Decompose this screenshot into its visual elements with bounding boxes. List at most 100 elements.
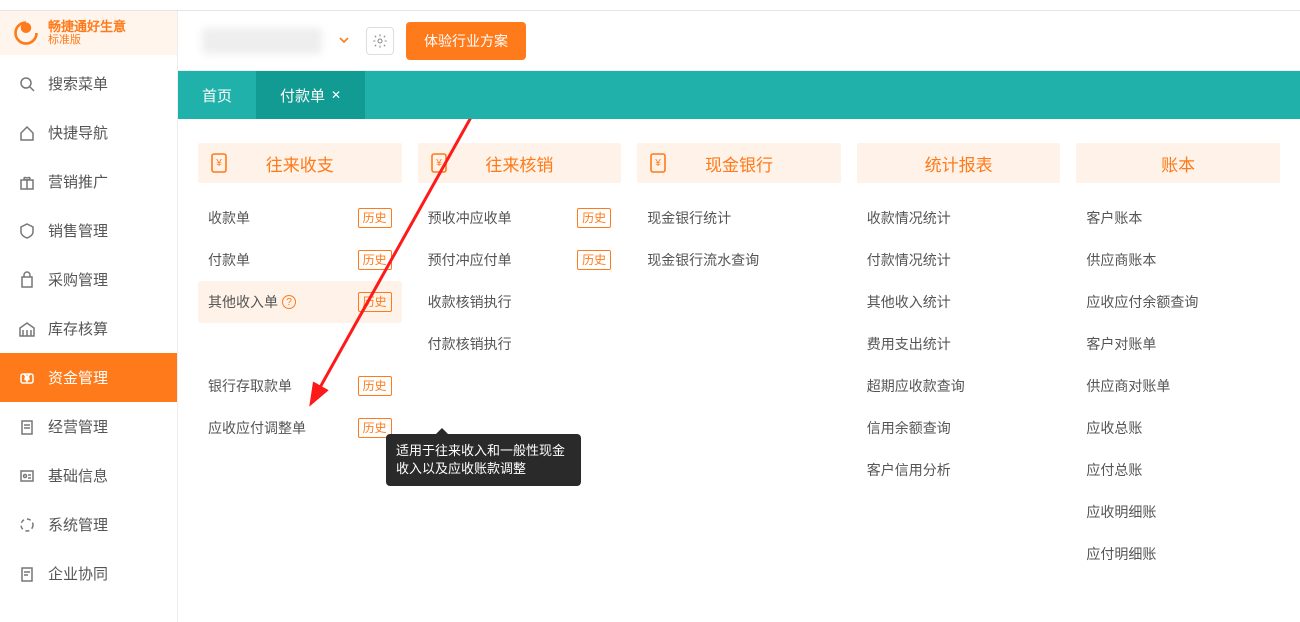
column-title: 统计报表 xyxy=(925,151,993,176)
tab-label: 首页 xyxy=(202,85,232,106)
menu-link-label: 客户账本 xyxy=(1086,208,1142,228)
menu-link[interactable]: 收款核销执行 xyxy=(418,281,622,323)
sidebar-item-3[interactable]: 销售管理 xyxy=(0,206,177,255)
menu-link-label: 客户信用分析 xyxy=(867,460,951,480)
menu-link-label: 应付总账 xyxy=(1086,460,1142,480)
help-icon[interactable]: ? xyxy=(282,295,296,309)
sidebar-item-0[interactable]: 搜索菜单 xyxy=(0,59,177,108)
menu-link[interactable]: 客户信用分析 xyxy=(857,449,1061,491)
menu-link[interactable]: 其他收入统计 xyxy=(857,281,1061,323)
tab-label: 付款单 xyxy=(280,85,325,106)
right-panel: 体验行业方案 首页付款单✕ ¥往来收支收款单历史付款单历史其他收入单?历史费用单… xyxy=(178,11,1300,622)
history-badge[interactable]: 历史 xyxy=(358,208,392,228)
sidebar-item-1[interactable]: 快捷导航 xyxy=(0,108,177,157)
menu-link[interactable]: 应收明细账 xyxy=(1076,491,1280,533)
menu-link[interactable]: 预付冲应付单 历史 xyxy=(418,239,622,281)
money-icon: ¥ xyxy=(18,369,36,387)
menu-link[interactable]: 供应商账本 xyxy=(1076,239,1280,281)
menu-link[interactable]: 其他收入单?历史 xyxy=(198,281,402,323)
settings-gear-icon[interactable] xyxy=(366,27,394,55)
menu-link[interactable]: 费用支出统计 xyxy=(857,323,1061,365)
history-badge[interactable]: 历史 xyxy=(577,208,611,228)
history-badge[interactable]: 历史 xyxy=(577,250,611,270)
clipboard2-icon xyxy=(18,565,36,583)
menu-link[interactable]: 收款单历史 xyxy=(198,197,402,239)
main-layout: 畅捷通好生意 标准版 搜索菜单快捷导航营销推广销售管理采购管理库存核算¥资金管理… xyxy=(0,10,1300,622)
sidebar-item-label: 营销推广 xyxy=(48,171,108,192)
history-badge[interactable]: 历史 xyxy=(358,292,392,312)
column-list: 收款情况统计付款情况统计其他收入统计费用支出统计超期应收款查询信用余额查询客户信… xyxy=(857,197,1061,491)
tooltip-text: 适用于往来收入和一般性现金收入以及应收账款调整 xyxy=(396,443,565,476)
menu-link[interactable]: 客户账本 xyxy=(1076,197,1280,239)
menu-link-label: 客户对账单 xyxy=(1086,334,1156,354)
column-header: 统计报表 xyxy=(857,143,1061,183)
menu-link-label: 应付明细账 xyxy=(1086,544,1156,564)
menu-link[interactable]: 付款单历史 xyxy=(198,239,402,281)
svg-text:¥: ¥ xyxy=(215,158,222,169)
sidebar-list: 搜索菜单快捷导航营销推广销售管理采购管理库存核算 ¥ 资金管理经营管理基础信息系统管… xyxy=(0,55,177,622)
sidebar-item-7[interactable]: 经营管理 xyxy=(0,402,177,451)
sidebar-item-6[interactable]: ¥ 资金管理 xyxy=(0,353,177,402)
menu-link-label: 其他收入统计 xyxy=(867,292,951,312)
clipboard-icon xyxy=(18,418,36,436)
column-header-icon: ¥ xyxy=(647,151,671,175)
sidebar-item-8[interactable]: 基础信息 xyxy=(0,451,177,500)
menu-link-label: 信用余额查询 xyxy=(867,418,951,438)
tab-0[interactable]: 首页 xyxy=(178,71,256,119)
history-badge[interactable]: 历史 xyxy=(358,376,392,396)
home-icon xyxy=(18,124,36,142)
menu-link-label: 现金银行统计 xyxy=(647,208,731,228)
header-org-area xyxy=(194,28,322,54)
menu-link[interactable]: 超期应收款查询 xyxy=(857,365,1061,407)
search-icon xyxy=(18,75,36,93)
menu-link[interactable]: 预收冲应收单历史 xyxy=(418,197,622,239)
gift-icon xyxy=(18,173,36,191)
sidebar-item-label: 销售管理 xyxy=(48,220,108,241)
menu-link[interactable]: 收款情况统计 xyxy=(857,197,1061,239)
org-switch-caret-icon[interactable] xyxy=(334,29,354,53)
sidebar-item-label: 采购管理 xyxy=(48,269,108,290)
menu-link-label: 收款情况统计 xyxy=(867,208,951,228)
column-title: 账本 xyxy=(1161,151,1195,176)
tab-1[interactable]: 付款单 ✕ xyxy=(256,71,365,119)
menu-link-label: 供应商对账单 xyxy=(1086,376,1170,396)
svg-text:¥: ¥ xyxy=(654,158,661,169)
sidebar-item-4[interactable]: 采购管理 xyxy=(0,255,177,304)
menu-link[interactable]: 客户对账单 xyxy=(1076,323,1280,365)
column-title: 往来核销 xyxy=(485,151,553,176)
card-icon xyxy=(18,467,36,485)
menu-link[interactable]: 现金银行统计 xyxy=(637,197,841,239)
spinner-icon xyxy=(18,516,36,534)
menu-link-label: 预付冲应付单 xyxy=(428,250,512,270)
menu-link-label: 收款核销执行 xyxy=(428,292,512,312)
column-1: ¥ 往来核销预收冲应收单历史预付冲应付单 历史收款核销执行付款核销执行 xyxy=(418,143,622,598)
industry-template-button[interactable]: 体验行业方案 xyxy=(406,22,526,60)
history-badge[interactable]: 历史 xyxy=(358,250,392,270)
sidebar-item-10[interactable]: 企业协同 xyxy=(0,549,177,598)
menu-link[interactable]: 信用余额查询 xyxy=(857,407,1061,449)
column-list: 现金银行统计现金银行流水查询 xyxy=(637,197,841,281)
menu-link[interactable]: 付款核销执行 xyxy=(418,323,622,365)
menu-link[interactable]: 现金银行流水查询 xyxy=(637,239,841,281)
menu-link[interactable]: 应收应付调整单历史 xyxy=(198,407,402,449)
menu-link[interactable]: 供应商对账单 xyxy=(1076,365,1280,407)
menu-link[interactable]: 付款情况统计 xyxy=(857,239,1061,281)
menu-link-label: 超期应收款查询 xyxy=(867,376,965,396)
svg-text:¥: ¥ xyxy=(435,158,442,169)
column-2: ¥现金银行现金银行统计现金银行流水查询 xyxy=(637,143,841,598)
menu-link[interactable]: 银行存取款单历史 xyxy=(198,365,402,407)
sidebar-item-9[interactable]: 系统管理 xyxy=(0,500,177,549)
menu-link[interactable]: 应收总账 xyxy=(1076,407,1280,449)
menu-link[interactable]: 应收应付余额查询 xyxy=(1076,281,1280,323)
column-title: 往来收支 xyxy=(266,151,334,176)
tab-close-icon[interactable]: ✕ xyxy=(331,88,341,102)
sidebar-item-label: 资金管理 xyxy=(48,367,108,388)
badge-icon xyxy=(18,222,36,240)
header-bar: 体验行业方案 xyxy=(178,11,1300,71)
menu-link[interactable]: 应付明细账 xyxy=(1076,533,1280,575)
column-header: ¥ 往来收支 xyxy=(198,143,402,183)
sidebar-item-5[interactable]: 库存核算 xyxy=(0,304,177,353)
sidebar-item-2[interactable]: 营销推广 xyxy=(0,157,177,206)
menu-link[interactable]: 应付总账 xyxy=(1076,449,1280,491)
column-header: ¥ 往来核销 xyxy=(418,143,622,183)
